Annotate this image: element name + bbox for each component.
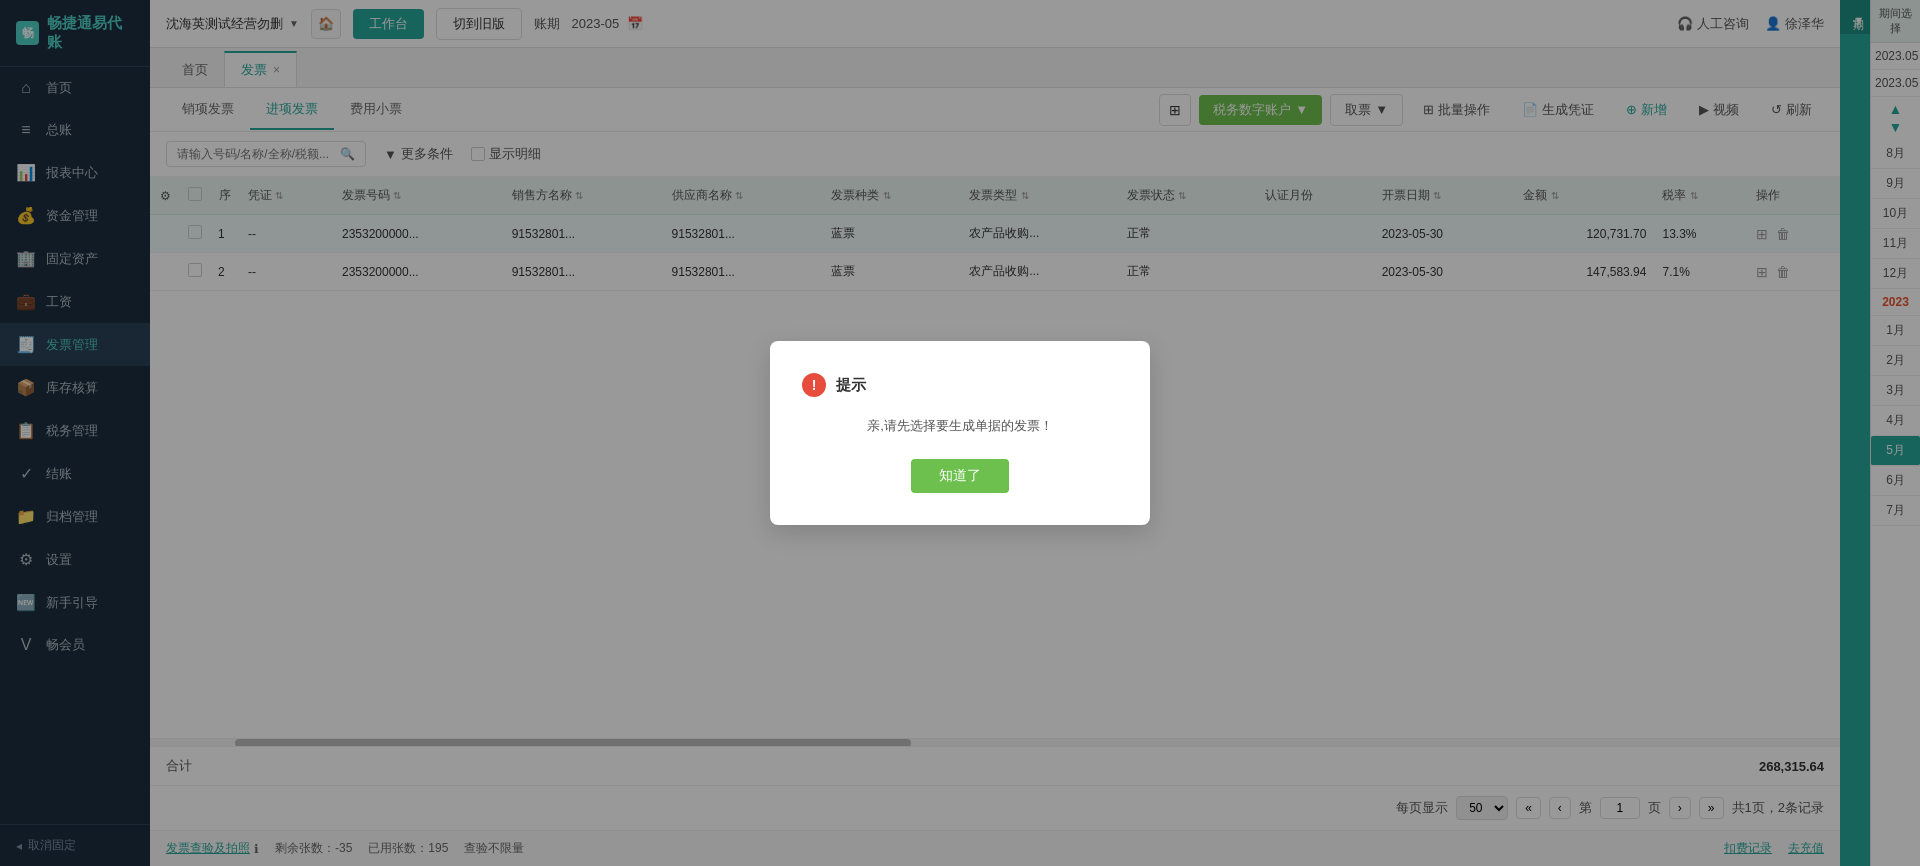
modal-box: ! 提示 亲,请先选择要生成单据的发票！ 知道了 xyxy=(770,341,1150,525)
modal-confirm-button[interactable]: 知道了 xyxy=(911,459,1009,493)
modal-header: ! 提示 xyxy=(802,373,1118,397)
modal-body: 亲,请先选择要生成单据的发票！ xyxy=(802,417,1118,435)
modal-warning-icon: ! xyxy=(802,373,826,397)
modal-overlay: ! 提示 亲,请先选择要生成单据的发票！ 知道了 xyxy=(0,0,1920,866)
modal-title: 提示 xyxy=(836,376,866,395)
modal-footer: 知道了 xyxy=(802,459,1118,493)
modal-message: 亲,请先选择要生成单据的发票！ xyxy=(867,418,1053,433)
